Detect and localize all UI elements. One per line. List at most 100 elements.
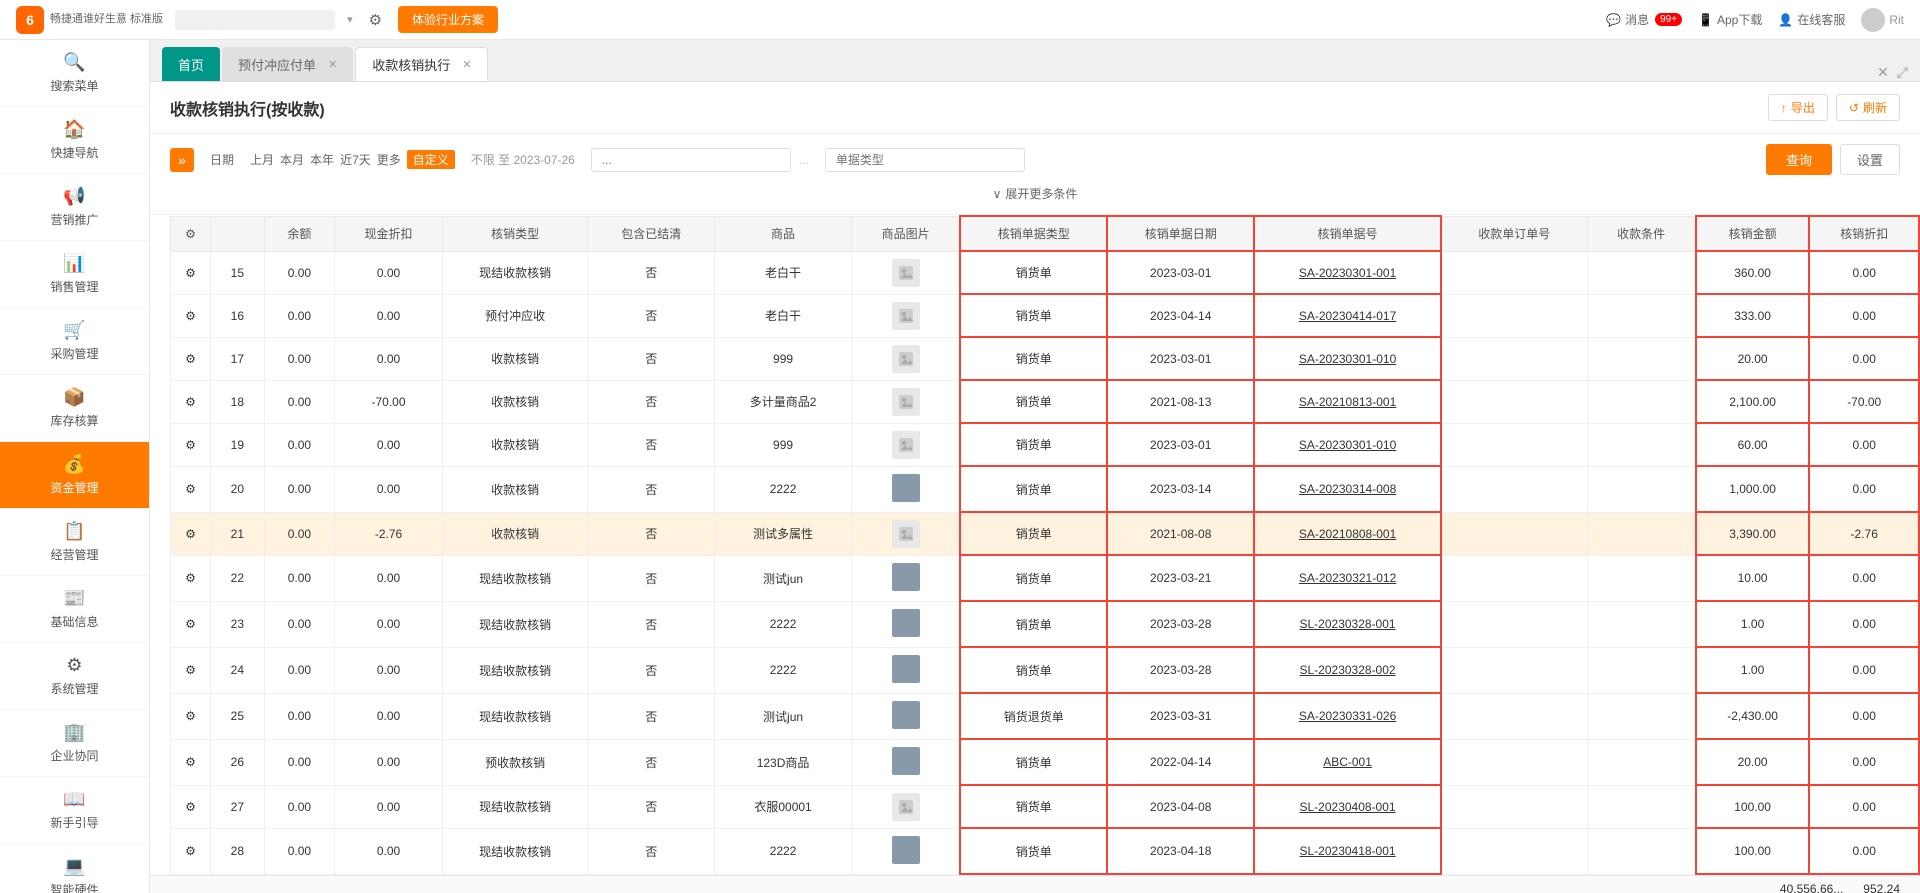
cell-gear[interactable]: ⚙ xyxy=(171,555,211,601)
cell-voucher-no[interactable]: SA-20230331-026 xyxy=(1254,693,1441,739)
cell-voucher-no[interactable]: SL-20230408-001 xyxy=(1254,785,1441,828)
app-download-btn[interactable]: 📱 App下载 xyxy=(1698,11,1762,28)
sidebar-item-base[interactable]: 📰 基础信息 xyxy=(0,576,149,643)
date-option-this-year[interactable]: 本年 xyxy=(310,151,334,168)
cell-balance: 0.00 xyxy=(264,647,334,693)
expand-more-btn[interactable]: ∨ 展开更多条件 xyxy=(993,185,1078,202)
sidebar-item-purchase[interactable]: 🛒 采购管理 xyxy=(0,308,149,375)
sidebar-item-sales[interactable]: 📊 销售管理 xyxy=(0,241,149,308)
cell-cash-discount: 0.00 xyxy=(335,294,443,337)
cell-gear[interactable]: ⚙ xyxy=(171,512,211,555)
sidebar-item-fund[interactable]: 💰 资金管理 xyxy=(0,442,149,509)
page-actions: ↑ 导出 ↺ 刷新 xyxy=(1768,94,1900,121)
cell-balance: 0.00 xyxy=(264,337,334,380)
cell-voucher-no[interactable]: ABC-001 xyxy=(1254,739,1441,785)
cell-voucher-no[interactable]: SA-20230414-017 xyxy=(1254,294,1441,337)
table-row: ⚙ 27 0.00 0.00 现结收款核销 否 衣服00001 销货单 2023… xyxy=(171,785,1920,828)
industry-btn[interactable]: 体验行业方案 xyxy=(398,6,498,33)
cell-gear[interactable]: ⚙ xyxy=(171,601,211,647)
tab-close-window-icon[interactable]: ✕ xyxy=(1877,64,1889,81)
cell-write-off-amount: 60.00 xyxy=(1696,423,1810,466)
cell-gear[interactable]: ⚙ xyxy=(171,423,211,466)
cell-gear[interactable]: ⚙ xyxy=(171,380,211,423)
sidebar-item-smart-hw[interactable]: 💻 智能硬件 xyxy=(0,844,149,893)
cell-voucher-type: 销货退货单 xyxy=(960,693,1107,739)
cell-voucher-no[interactable]: SA-20230301-010 xyxy=(1254,423,1441,466)
query-button[interactable]: 查询 xyxy=(1766,144,1832,175)
cell-gear[interactable]: ⚙ xyxy=(171,251,211,294)
cell-gear[interactable]: ⚙ xyxy=(171,739,211,785)
online-service-btn[interactable]: 👤 在线客服 xyxy=(1778,11,1845,28)
cell-cash-discount: 0.00 xyxy=(335,251,443,294)
partner-input[interactable] xyxy=(591,148,791,172)
sidebar-item-search-menu[interactable]: 🔍 搜索菜单 xyxy=(0,40,149,107)
cell-voucher-no[interactable]: SA-20230314-008 xyxy=(1254,466,1441,512)
date-custom-btn[interactable]: 自定义 xyxy=(407,150,455,169)
cell-gear[interactable]: ⚙ xyxy=(171,785,211,828)
cell-gear[interactable]: ⚙ xyxy=(171,828,211,874)
cell-receipt-order-no xyxy=(1441,294,1587,337)
chevron-down-icon[interactable]: ▾ xyxy=(347,13,353,26)
cell-product: 2222 xyxy=(715,466,852,512)
sidebar-item-ops[interactable]: 📋 经营管理 xyxy=(0,509,149,576)
cell-voucher-no[interactable]: SA-20210813-001 xyxy=(1254,380,1441,423)
cell-cash-discount: 0.00 xyxy=(335,601,443,647)
filter-bar: » 日期 上月 本月 本年 近7天 更多 自定义 不限 至 2023-07-26… xyxy=(150,134,1920,215)
cell-product-img xyxy=(852,294,961,337)
cell-voucher-no[interactable]: SA-20230321-012 xyxy=(1254,555,1441,601)
cell-gear[interactable]: ⚙ xyxy=(171,337,211,380)
filter-expand-button[interactable]: » xyxy=(170,148,194,172)
page-area: 收款核销执行(按收款) ↑ 导出 ↺ 刷新 » 日期 xyxy=(150,82,1920,893)
export-button[interactable]: ↑ 导出 xyxy=(1768,94,1828,121)
tab-receipt-write-off-close-icon[interactable]: ✕ xyxy=(462,58,471,71)
cell-voucher-no[interactable]: SA-20210808-001 xyxy=(1254,512,1441,555)
cell-voucher-no[interactable]: SL-20230328-002 xyxy=(1254,647,1441,693)
sidebar-item-guide[interactable]: 📖 新手引导 xyxy=(0,777,149,844)
cell-receipt-condition xyxy=(1587,555,1696,601)
date-option-this-month[interactable]: 本月 xyxy=(280,151,304,168)
sidebar-item-system[interactable]: ⚙ 系统管理 xyxy=(0,643,149,710)
message-btn[interactable]: 💬 消息 99+ xyxy=(1606,11,1682,28)
cell-voucher-no[interactable]: SL-20230418-001 xyxy=(1254,828,1441,874)
user-info[interactable]: Rit xyxy=(1861,8,1904,32)
sidebar-item-enterprise[interactable]: 🏢 企业协同 xyxy=(0,710,149,777)
cell-seq: 26 xyxy=(211,739,265,785)
tab-prepay-close-icon[interactable]: ✕ xyxy=(328,58,337,71)
sidebar-item-quick-nav[interactable]: 🏠 快捷导航 xyxy=(0,107,149,174)
cell-gear[interactable]: ⚙ xyxy=(171,294,211,337)
voucher-type-select[interactable] xyxy=(825,148,1025,172)
cell-receipt-condition xyxy=(1587,828,1696,874)
table-row: ⚙ 15 0.00 0.00 现结收款核销 否 老白干 销货单 2023-03-… xyxy=(171,251,1920,294)
cell-gear[interactable]: ⚙ xyxy=(171,647,211,693)
date-option-last-month[interactable]: 上月 xyxy=(250,151,274,168)
tab-expand-icon[interactable]: ⤢ xyxy=(1897,64,1908,81)
date-option-7days[interactable]: 近7天 xyxy=(340,151,371,168)
tab-home[interactable]: 首页 xyxy=(162,47,220,81)
tab-prepay[interactable]: 预付冲应付单 ✕ xyxy=(222,47,353,81)
sidebar-item-marketing[interactable]: 📢 营销推广 xyxy=(0,174,149,241)
tab-receipt-write-off[interactable]: 收款核销执行 ✕ xyxy=(355,47,488,81)
gear-icon[interactable]: ⚙ xyxy=(369,11,382,29)
cell-voucher-date: 2023-04-14 xyxy=(1107,294,1254,337)
cell-balance: 0.00 xyxy=(264,380,334,423)
date-option-more[interactable]: 更多 xyxy=(377,151,401,168)
sidebar-label-guide: 新手引导 xyxy=(50,814,98,831)
cell-voucher-no[interactable]: SA-20230301-010 xyxy=(1254,337,1441,380)
cell-voucher-no[interactable]: SL-20230328-001 xyxy=(1254,601,1441,647)
cell-balance: 0.00 xyxy=(264,739,334,785)
cell-cash-discount: 0.00 xyxy=(335,739,443,785)
cell-voucher-date: 2023-03-31 xyxy=(1107,693,1254,739)
top-search-input[interactable] xyxy=(175,10,335,30)
cell-voucher-no[interactable]: SA-20230301-001 xyxy=(1254,251,1441,294)
cell-gear[interactable]: ⚙ xyxy=(171,693,211,739)
app-icon: 📱 xyxy=(1698,13,1713,27)
cell-write-off-amount: 1.00 xyxy=(1696,647,1810,693)
cell-gear[interactable]: ⚙ xyxy=(171,466,211,512)
cell-write-off-amount: 2,100.00 xyxy=(1696,380,1810,423)
product-img xyxy=(892,655,920,683)
col-header-gear[interactable]: ⚙ xyxy=(171,216,211,251)
settings-button[interactable]: 设置 xyxy=(1840,144,1900,175)
cell-write-off-amount: 333.00 xyxy=(1696,294,1810,337)
refresh-button[interactable]: ↺ 刷新 xyxy=(1836,94,1900,121)
sidebar-item-inventory[interactable]: 📦 库存核算 xyxy=(0,375,149,442)
